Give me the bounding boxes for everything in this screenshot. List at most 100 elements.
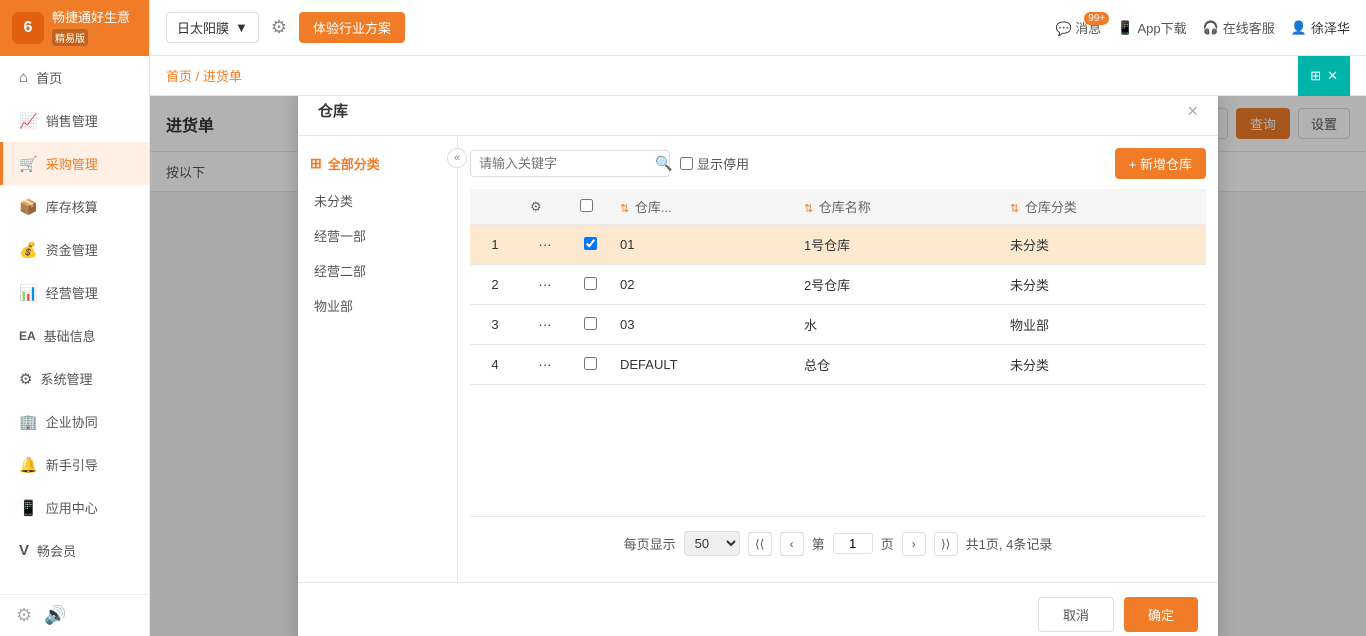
sidebar-item-corp[interactable]: 🏢 企业协同 — [0, 400, 149, 443]
table-row[interactable]: 2 ··· 02 2号仓库 未分类 — [470, 265, 1206, 305]
volume-icon[interactable]: 🔊 — [44, 605, 66, 626]
category-item-property[interactable]: 物业部 — [298, 288, 457, 323]
pagination: 每页显示 50 20 100 ⟨⟨ ‹ 第 页 › — [470, 516, 1206, 570]
notification-badge[interactable]: 💬 99+ 消息 — [1055, 18, 1101, 37]
operation-icon: 📊 — [19, 284, 38, 302]
sidebar-item-basic[interactable]: EA 基础信息 — [0, 314, 149, 357]
row-checkbox[interactable] — [584, 277, 597, 290]
row-settings-icon[interactable]: ··· — [520, 305, 570, 345]
purchase-icon: 🛒 — [19, 155, 38, 173]
sidebar-item-vip[interactable]: V 畅会员 — [0, 529, 149, 572]
finance-icon: 💰 — [19, 241, 38, 259]
table-row[interactable]: 3 ··· 03 水 物业部 — [470, 305, 1206, 345]
page-size-select[interactable]: 50 20 100 — [684, 531, 740, 556]
row-name: 1号仓库 — [794, 225, 1000, 265]
sidebar-bottom: ⚙ 🔊 — [0, 594, 149, 636]
category-item-dept1[interactable]: 经营一部 — [298, 218, 457, 253]
sidebar-item-finance[interactable]: 💰 资金管理 — [0, 228, 149, 271]
show-disabled-label[interactable]: 显示停用 — [680, 154, 749, 173]
dialog-close-button[interactable]: × — [1187, 102, 1198, 120]
table-header-row: ⚙ ⇅ 仓库... ⇅ — [470, 189, 1206, 225]
category-item-unclassified[interactable]: 未分类 — [298, 183, 457, 218]
row-settings-icon[interactable]: ··· — [520, 265, 570, 305]
user-profile[interactable]: 👤 徐泽华 — [1291, 18, 1350, 37]
app-download-btn[interactable]: 📱 App下载 — [1117, 18, 1186, 37]
sidebar-item-label: 基础信息 — [44, 326, 96, 345]
confirm-button[interactable]: 确定 — [1124, 597, 1198, 632]
user-name: 徐泽华 — [1311, 18, 1350, 37]
sidebar-item-purchase[interactable]: 🛒 采购管理 — [0, 142, 149, 185]
sidebar-item-label: 畅会员 — [37, 541, 76, 560]
sidebar-item-label: 企业协同 — [46, 412, 98, 431]
row-checkbox-cell[interactable] — [570, 225, 610, 265]
row-checkbox[interactable] — [584, 357, 597, 370]
next-page-button[interactable]: › — [902, 532, 926, 556]
row-checkbox-cell[interactable] — [570, 345, 610, 385]
row-number: 2 — [470, 265, 520, 305]
online-service-btn[interactable]: 🎧 在线客服 — [1203, 18, 1275, 37]
sort-icon-name: ⇅ — [804, 203, 813, 215]
settings-button[interactable]: ⚙ — [271, 17, 287, 38]
chevron-down-icon: ▼ — [235, 20, 248, 35]
sidebar-item-home[interactable]: ⌂ 首页 — [0, 56, 149, 99]
store-selector[interactable]: 日太阳膜 ▼ — [166, 12, 259, 43]
resize-icon[interactable]: ⊞ — [1310, 68, 1321, 84]
settings-icon[interactable]: ⚙ — [16, 605, 32, 626]
sidebar-item-sales[interactable]: 📈 销售管理 — [0, 99, 149, 142]
sidebar-item-label: 库存核算 — [46, 197, 98, 216]
row-name: 总仓 — [794, 345, 1000, 385]
dialog-title: 仓库 — [318, 100, 348, 121]
last-page-button[interactable]: ⟩⟩ — [934, 532, 958, 556]
sidebar-item-inventory[interactable]: 📦 库存核算 — [0, 185, 149, 228]
breadcrumb-home[interactable]: 首页 — [166, 69, 192, 84]
sidebar-item-app[interactable]: 📱 应用中心 — [0, 486, 149, 529]
select-all-checkbox[interactable] — [580, 199, 593, 212]
page-number-input[interactable] — [833, 533, 873, 554]
row-settings-icon[interactable]: ··· — [520, 345, 570, 385]
category-item-dept2[interactable]: 经营二部 — [298, 253, 457, 288]
logo-badge: 精易版 — [52, 29, 88, 46]
page-label: 第 — [812, 534, 825, 553]
row-name: 水 — [794, 305, 1000, 345]
sales-icon: 📈 — [19, 112, 38, 130]
cancel-button[interactable]: 取消 — [1038, 597, 1114, 632]
row-settings-icon[interactable]: ··· — [520, 225, 570, 265]
table-row[interactable]: 4 ··· DEFAULT 总仓 未分类 — [470, 345, 1206, 385]
sidebar-item-system[interactable]: ⚙ 系统管理 — [0, 357, 149, 400]
search-icon: 🔍 — [655, 155, 672, 172]
per-page-label: 每页显示 — [624, 534, 676, 553]
breadcrumb: 首页 / 进货单 — [166, 66, 242, 85]
system-icon: ⚙ — [19, 370, 32, 388]
guide-icon: 🔔 — [19, 456, 38, 474]
trial-button[interactable]: 体验行业方案 — [299, 12, 405, 43]
sidebar-item-label: 资金管理 — [46, 240, 98, 259]
row-category: 未分类 — [1000, 345, 1206, 385]
warehouse-table: ⚙ ⇅ 仓库... ⇅ — [470, 189, 1206, 385]
first-page-button[interactable]: ⟨⟨ — [748, 532, 772, 556]
collapse-panel-button[interactable]: « — [447, 148, 467, 168]
service-label: 在线客服 — [1223, 18, 1275, 37]
new-warehouse-button[interactable]: + 新增仓库 — [1115, 148, 1206, 179]
dialog-overlay: 仓库 × ⊞ 全部分类 « 未分类 经营一部 经营二部 物业部 — [150, 96, 1366, 636]
row-checkbox[interactable] — [584, 237, 597, 250]
row-code: 02 — [610, 265, 794, 305]
category-panel: ⊞ 全部分类 « 未分类 经营一部 经营二部 物业部 — [298, 136, 458, 582]
sidebar-item-guide[interactable]: 🔔 新手引导 — [0, 443, 149, 486]
search-box[interactable]: 🔍 — [470, 150, 670, 177]
logo-icon: 6 — [12, 12, 44, 44]
search-input[interactable] — [479, 156, 655, 171]
dialog-body: ⊞ 全部分类 « 未分类 经营一部 经营二部 物业部 — [298, 136, 1218, 582]
sidebar-item-operation[interactable]: 📊 经营管理 — [0, 271, 149, 314]
prev-page-button[interactable]: ‹ — [780, 532, 804, 556]
subbar: 首页 / 进货单 ⊞ ✕ — [150, 56, 1366, 96]
all-categories-header[interactable]: ⊞ 全部分类 — [298, 148, 457, 183]
table-row[interactable]: 1 ··· 01 1号仓库 未分类 — [470, 225, 1206, 265]
show-disabled-checkbox[interactable] — [680, 157, 693, 170]
row-checkbox[interactable] — [584, 317, 597, 330]
row-checkbox-cell[interactable] — [570, 305, 610, 345]
close-teal-icon[interactable]: ✕ — [1327, 68, 1338, 84]
row-checkbox-cell[interactable] — [570, 265, 610, 305]
home-icon: ⌂ — [19, 69, 28, 86]
col-header-code: ⇅ 仓库... — [610, 189, 794, 225]
row-category: 未分类 — [1000, 225, 1206, 265]
